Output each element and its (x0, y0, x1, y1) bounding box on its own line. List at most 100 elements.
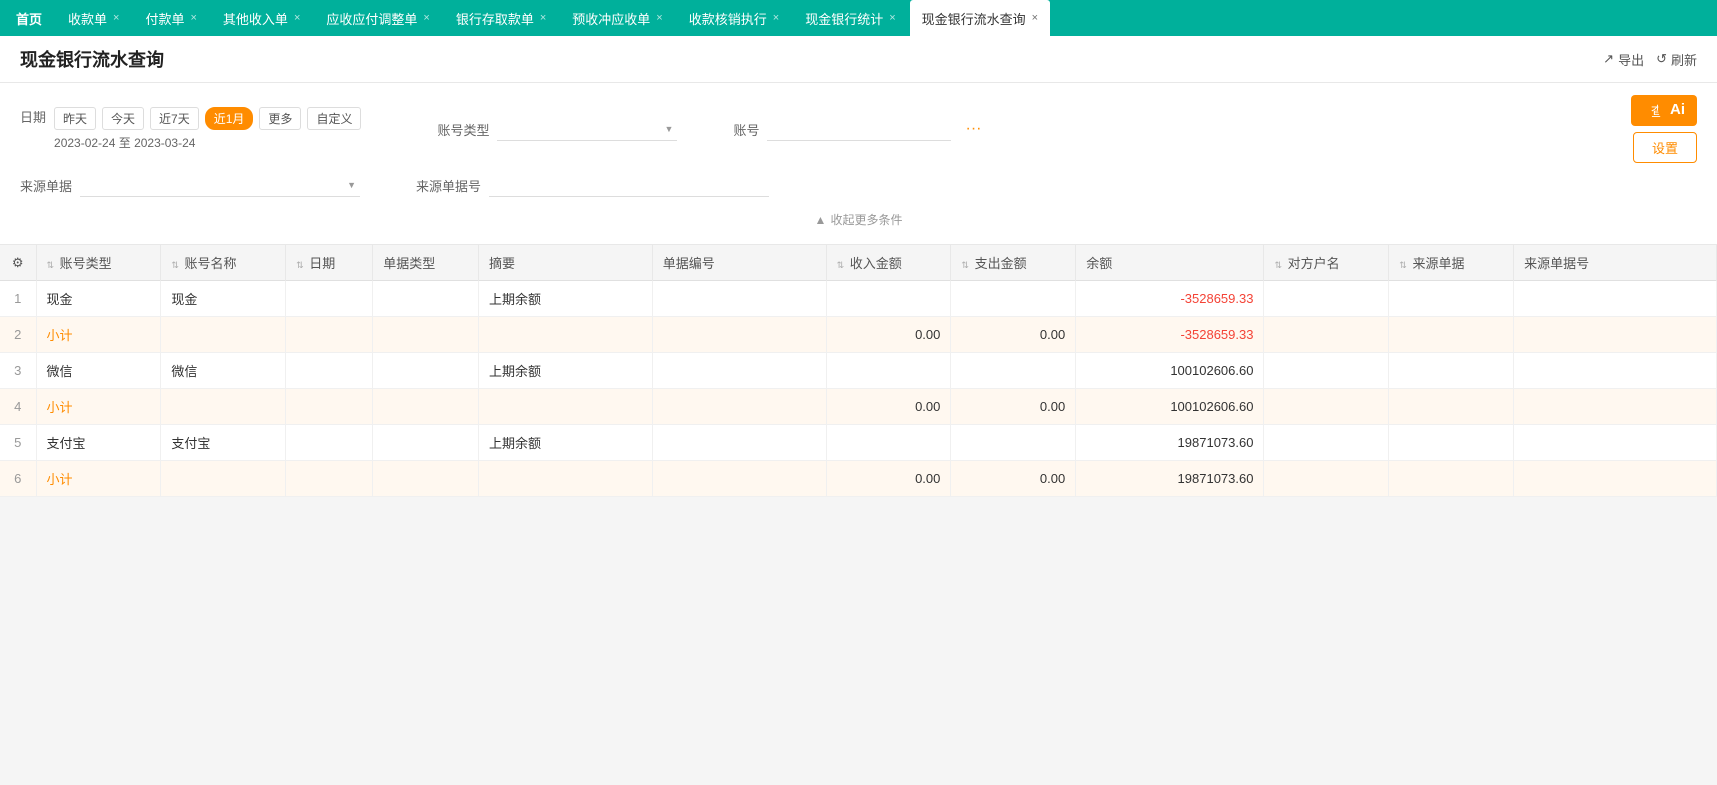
ai-badge[interactable]: Ai (1658, 97, 1697, 122)
cell-counterpart (1264, 353, 1389, 389)
col-date[interactable]: ⇅ 日期 (286, 245, 373, 281)
date-btn-1month[interactable]: 近1月 (205, 107, 254, 130)
cell-account-type: 小计 (36, 389, 161, 425)
cell-account-type: 微信 (36, 353, 161, 389)
cell-balance: 100102606.60 (1076, 353, 1264, 389)
top-navigation: 首页 收款单 × 付款单 × 其他收入单 × 应收应付调整单 × 银行存取款单 … (0, 0, 1717, 36)
cell-source-doc (1389, 353, 1514, 389)
cell-summary (479, 389, 653, 425)
account-type-filter: 账号类型 现金 微信 支付宝 (437, 117, 677, 141)
cell-doc-no (652, 425, 826, 461)
date-range-display: 2023-02-24 至 2023-03-24 (54, 134, 361, 151)
date-btn-today[interactable]: 今天 (102, 107, 144, 130)
nav-verify-close[interactable]: × (773, 12, 779, 24)
nav-cash-stat-close[interactable]: × (889, 12, 895, 24)
account-type-select-wrapper: 现金 微信 支付宝 (497, 117, 677, 141)
col-gear[interactable]: ⚙ (0, 245, 36, 281)
nav-cash-flow[interactable]: 现金银行流水查询 × (910, 0, 1050, 36)
nav-receipt-close[interactable]: × (113, 12, 119, 24)
cell-balance: -3528659.33 (1076, 281, 1264, 317)
cell-summary: 上期余额 (479, 425, 653, 461)
account-input[interactable] (767, 117, 951, 141)
col-balance[interactable]: 余额 (1076, 245, 1264, 281)
nav-cash-flow-close[interactable]: × (1032, 12, 1038, 24)
settings-button[interactable]: 设置 (1633, 132, 1697, 163)
cell-income (826, 281, 951, 317)
table-container: ⚙ ⇅ 账号类型 ⇅ 账号名称 ⇅ 日期 单据类型 摘要 (0, 245, 1717, 497)
nav-verify[interactable]: 收款核销执行 × (677, 0, 791, 36)
nav-other-income[interactable]: 其他收入单 × (211, 0, 312, 36)
col-account-name[interactable]: ⇅ 账号名称 (161, 245, 286, 281)
account-type-select[interactable]: 现金 微信 支付宝 (497, 117, 677, 141)
row-index: 4 (0, 389, 36, 425)
collapse-bar[interactable]: ▲ 收起更多条件 (20, 207, 1697, 232)
nav-receipt[interactable]: 收款单 × (56, 0, 131, 36)
nav-other-income-close[interactable]: × (294, 12, 300, 24)
account-filter: 账号 ··· (733, 117, 987, 141)
export-button[interactable]: ↗ 导出 (1603, 50, 1644, 69)
cell-balance: 19871073.60 (1076, 425, 1264, 461)
col-doc-no[interactable]: 单据编号 (652, 245, 826, 281)
col-source-doc[interactable]: ⇅ 来源单据 (1389, 245, 1514, 281)
date-options-group: 昨天 今天 近7天 近1月 更多 自定义 2023-02-24 至 2023-0… (54, 107, 361, 151)
cell-account-name (161, 461, 286, 497)
row-index: 6 (0, 461, 36, 497)
nav-cash-stat[interactable]: 现金银行统计 × (793, 0, 907, 36)
source-doc-no-input[interactable] (489, 173, 769, 197)
date-btn-custom[interactable]: 自定义 (307, 107, 361, 130)
nav-prepay[interactable]: 预收冲应收单 × (560, 0, 674, 36)
col-account-type[interactable]: ⇅ 账号类型 (36, 245, 161, 281)
date-btn-more[interactable]: 更多 (259, 107, 301, 130)
table-row: 1 现金 现金 上期余额 -3528659.33 (0, 281, 1717, 317)
cell-account-name: 现金 (161, 281, 286, 317)
gear-icon[interactable]: ⚙ (12, 255, 24, 270)
sort-icon-counterpart: ⇅ (1274, 260, 1282, 270)
nav-bank-deposit-close[interactable]: × (540, 12, 546, 24)
col-counterpart[interactable]: ⇅ 对方户名 (1264, 245, 1389, 281)
col-doc-type[interactable]: 单据类型 (373, 245, 479, 281)
cell-account-type: 现金 (36, 281, 161, 317)
collapse-label: 收起更多条件 (830, 211, 902, 228)
nav-verify-label: 收款核销执行 (689, 9, 767, 28)
nav-home-label: 首页 (16, 9, 42, 28)
cell-date (286, 425, 373, 461)
cell-account-type: 小计 (36, 317, 161, 353)
filter-row-2: 来源单据 来源单据号 (20, 173, 1697, 197)
cash-flow-table: ⚙ ⇅ 账号类型 ⇅ 账号名称 ⇅ 日期 单据类型 摘要 (0, 245, 1717, 497)
nav-payment[interactable]: 付款单 × (133, 0, 208, 36)
source-doc-select[interactable] (80, 173, 360, 197)
row-index: 3 (0, 353, 36, 389)
cell-summary: 上期余额 (479, 353, 653, 389)
date-btn-yesterday[interactable]: 昨天 (54, 107, 96, 130)
filter-row-1: 日期 昨天 今天 近7天 近1月 更多 自定义 2023-02-24 至 202… (20, 95, 1697, 163)
col-summary[interactable]: 摘要 (479, 245, 653, 281)
source-doc-select-wrapper (80, 173, 360, 197)
nav-adjust-close[interactable]: × (423, 12, 429, 24)
col-expense[interactable]: ⇅ 支出金额 (951, 245, 1076, 281)
refresh-button[interactable]: ↺ 刷新 (1656, 50, 1697, 69)
nav-prepay-close[interactable]: × (656, 12, 662, 24)
nav-cash-stat-label: 现金银行统计 (805, 9, 883, 28)
cell-date (286, 353, 373, 389)
table-row: 4 小计 0.00 0.00 100102606.60 (0, 389, 1717, 425)
filter-area: 日期 昨天 今天 近7天 近1月 更多 自定义 2023-02-24 至 202… (0, 83, 1717, 245)
cell-account-name (161, 317, 286, 353)
sort-icon-income: ⇅ (837, 260, 845, 270)
cell-source-doc-no (1514, 389, 1717, 425)
date-btn-7days[interactable]: 近7天 (150, 107, 199, 130)
account-dots-btn[interactable]: ··· (959, 118, 987, 140)
col-source-doc-no[interactable]: 来源单据号 (1514, 245, 1717, 281)
cell-counterpart (1264, 461, 1389, 497)
cell-source-doc-no (1514, 317, 1717, 353)
col-income[interactable]: ⇅ 收入金额 (826, 245, 951, 281)
nav-payment-close[interactable]: × (190, 12, 196, 24)
nav-adjust[interactable]: 应收应付调整单 × (314, 0, 441, 36)
nav-bank-deposit[interactable]: 银行存取款单 × (444, 0, 558, 36)
cell-expense (951, 425, 1076, 461)
cell-expense (951, 353, 1076, 389)
cell-doc-type (373, 353, 479, 389)
nav-receipt-label: 收款单 (68, 9, 107, 28)
cell-expense: 0.00 (951, 461, 1076, 497)
nav-home[interactable]: 首页 (4, 0, 54, 36)
cell-income: 0.00 (826, 461, 951, 497)
